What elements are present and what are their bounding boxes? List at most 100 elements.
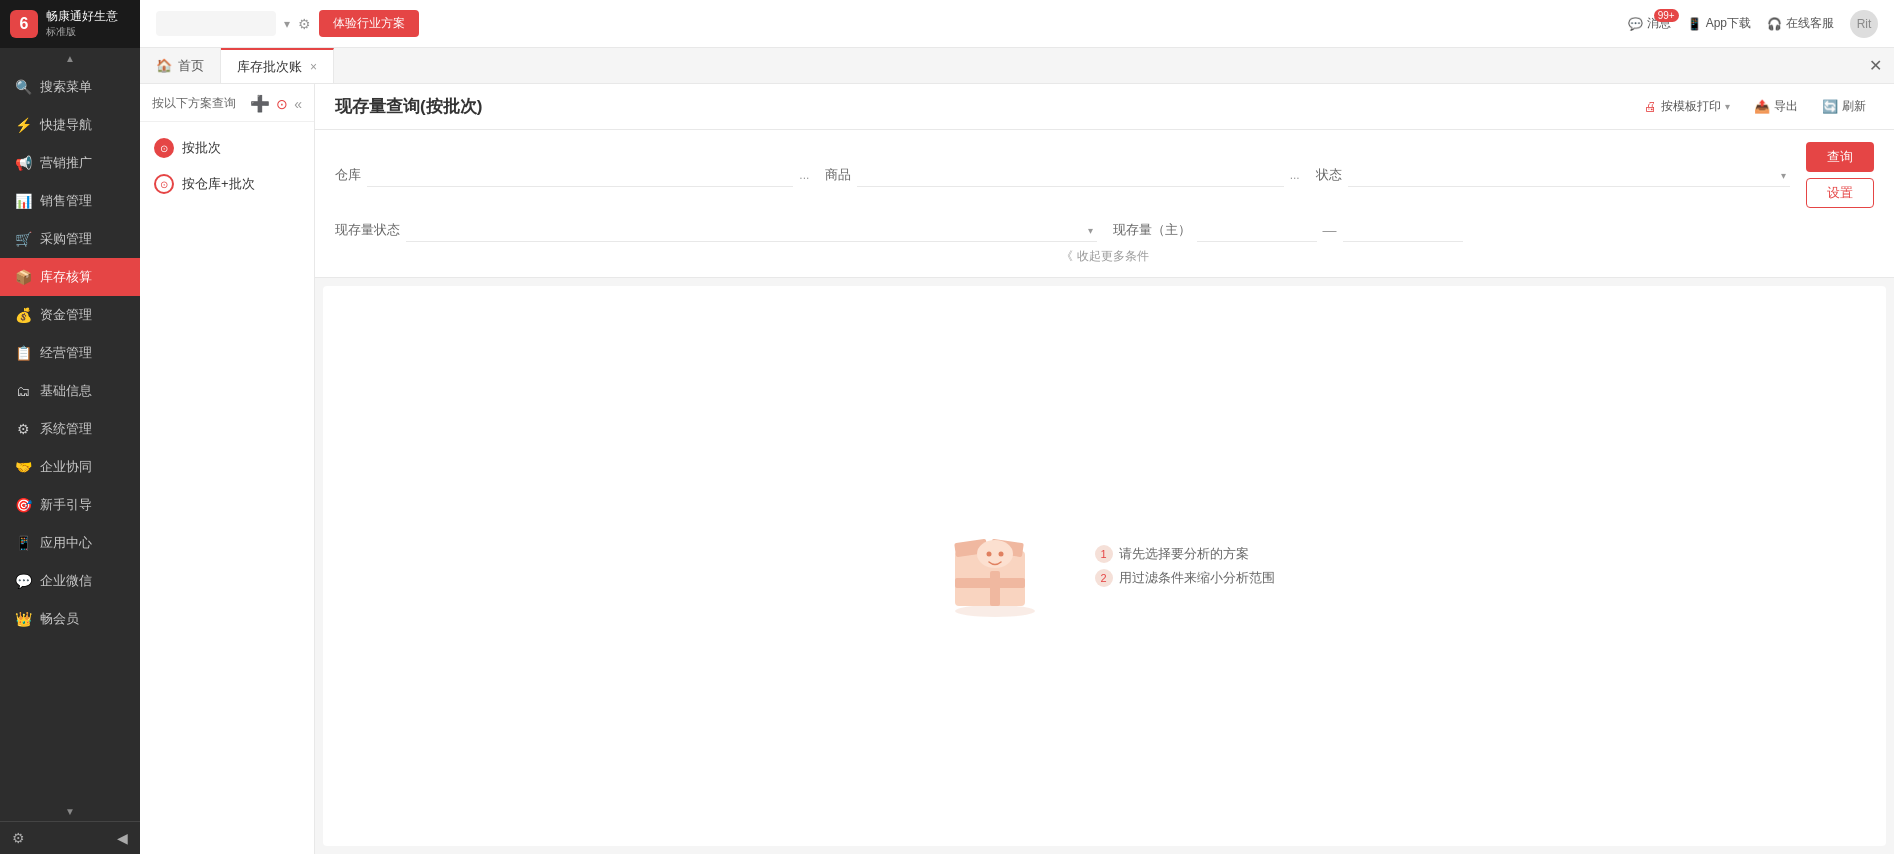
sidebar-item-label: 新手引导 [40,496,92,514]
sidebar-item-guide[interactable]: 🎯 新手引导 [0,486,140,524]
sidebar-item-apps[interactable]: 📱 应用中心 [0,524,140,562]
print-btn[interactable]: 🖨 按模板打印 ▾ [1636,94,1738,119]
stock-qty-from[interactable] [1197,218,1317,242]
sidebar-nav: 🔍 搜索菜单 ⚡ 快捷导航 📢 营销推广 📊 销售管理 🛒 采购管理 📦 库存核… [0,68,140,801]
member-icon: 👑 [14,610,32,628]
experience-button[interactable]: 体验行业方案 [319,10,419,37]
sidebar-item-basic[interactable]: 🗂 基础信息 [0,372,140,410]
sidebar-item-label: 应用中心 [40,534,92,552]
add-scheme-icon[interactable]: ➕ [250,94,270,113]
stock-status-label: 现存量状态 [335,221,400,239]
collapse-panel-icon[interactable]: « [294,96,302,112]
export-btn[interactable]: 📤 导出 [1746,94,1806,119]
footer-settings-icon[interactable]: ⚙ [12,830,25,846]
wechat-icon: 💬 [14,572,32,590]
scheme-item-batch[interactable]: ⊙ 按批次 [140,130,314,166]
messages-btn[interactable]: 💬 消息 99+ [1628,15,1671,32]
sidebar-item-label: 营销推广 [40,154,92,172]
tab-close-all-btn[interactable]: ✕ [1857,48,1894,83]
sidebar-item-inventory[interactable]: 📦 库存核算 [0,258,140,296]
page-header: 现存量查询(按批次) 🖨 按模板打印 ▾ 📤 导出 🔄 刷新 [315,84,1894,130]
topbar-gear-icon[interactable]: ⚙ [298,16,311,32]
status-label: 状态 [1316,166,1342,184]
sidebar-item-finance[interactable]: 💰 资金管理 [0,296,140,334]
sidebar-item-marketing[interactable]: 📢 营销推广 [0,144,140,182]
query-btn[interactable]: 查询 [1806,142,1874,172]
status-select[interactable] [1348,163,1790,187]
tab-inventory-batch-label: 库存批次账 [237,58,302,76]
hint-text-2: 用过滤条件来缩小分析范围 [1119,569,1275,587]
scheme-label-warehouse-batch: 按仓库+批次 [182,175,255,193]
settings-btn[interactable]: 设置 [1806,178,1874,208]
sidebar-item-operation[interactable]: 📋 经营管理 [0,334,140,372]
company-name: 畅康通好生意 [46,9,118,25]
topbar-search-bar[interactable] [156,11,276,36]
sidebar-item-label: 经营管理 [40,344,92,362]
product-label: 商品 [825,166,851,184]
footer-collapse-icon[interactable]: ◀ [117,830,128,846]
search-icon: 🔍 [14,78,32,96]
messages-icon: 💬 [1628,17,1643,31]
sidebar-item-label: 库存核算 [40,268,92,286]
user-avatar-btn[interactable]: Rit [1850,10,1878,38]
sidebar-item-sales[interactable]: 📊 销售管理 [0,182,140,220]
sidebar-item-wechat[interactable]: 💬 企业微信 [0,562,140,600]
product-input[interactable] [857,163,1283,187]
warehouse-label: 仓库 [335,166,361,184]
empty-svg [935,506,1055,626]
topbar-right: 💬 消息 99+ 📱 App下载 🎧 在线客服 Rit [1628,10,1878,38]
print-icon: 🖨 [1644,99,1657,114]
tab-bar: 🏠 首页 库存批次账 × ✕ [140,48,1894,84]
collapse-more-icon: 《 [1061,248,1073,265]
left-panel-actions: ➕ ⊙ « [250,94,302,113]
marketing-icon: 📢 [14,154,32,172]
sidebar-header: 6 畅康通好生意 标准版 [0,0,140,48]
search-bar-text [166,15,178,32]
product-more-btn[interactable]: ... [1290,168,1300,182]
sidebar-scroll-down[interactable]: ▼ [0,801,140,821]
tab-home-label: 首页 [178,57,204,75]
tab-inventory-batch[interactable]: 库存批次账 × [221,48,334,83]
sidebar-scroll-up[interactable]: ▲ [0,48,140,68]
status-select-wrap: ▾ [1348,163,1790,187]
main-area: ▾ ⚙ 体验行业方案 💬 消息 99+ 📱 App下载 🎧 在线客服 Rit [140,0,1894,854]
tab-close-icon[interactable]: × [310,60,317,74]
app-download-btn[interactable]: 📱 App下载 [1687,15,1751,32]
tab-home[interactable]: 🏠 首页 [140,48,221,83]
query-buttons: 查询 设置 [1806,142,1874,208]
sidebar-item-label: 资金管理 [40,306,92,324]
stock-status-select[interactable] [406,218,1097,242]
sidebar-item-system[interactable]: ⚙ 系统管理 [0,410,140,448]
online-service-btn[interactable]: 🎧 在线客服 [1767,15,1834,32]
stock-qty-to[interactable] [1343,218,1463,242]
quick-icon: ⚡ [14,116,32,134]
svg-point-5 [986,552,991,557]
warehouse-more-btn[interactable]: ... [799,168,809,182]
topbar-chevron-icon[interactable]: ▾ [284,17,290,31]
collapse-more-btn[interactable]: 《 收起更多条件 [335,248,1874,265]
scheme-item-warehouse-batch[interactable]: ⊙ 按仓库+批次 [140,166,314,202]
sidebar-item-search[interactable]: 🔍 搜索菜单 [0,68,140,106]
sidebar-item-enterprise[interactable]: 🤝 企业协同 [0,448,140,486]
filter-stock-qty: 现存量（主） — [1113,218,1875,242]
collapse-more-label: 收起更多条件 [1077,248,1149,265]
sidebar-item-member[interactable]: 👑 畅会员 [0,600,140,638]
sidebar-item-purchase[interactable]: 🛒 采购管理 [0,220,140,258]
scheme-label-batch: 按批次 [182,139,221,157]
topbar-left: ▾ ⚙ 体验行业方案 [156,10,1616,37]
hint-num-2: 2 [1095,569,1113,587]
svg-rect-7 [990,571,1000,606]
settings-scheme-icon[interactable]: ⊙ [276,96,288,112]
svg-point-0 [955,605,1035,617]
scheme-icon-warehouse-batch: ⊙ [154,174,174,194]
filter-status: 状态 ▾ [1316,163,1790,187]
close-all-icon: ✕ [1869,56,1882,75]
sidebar-item-quick[interactable]: ⚡ 快捷导航 [0,106,140,144]
sidebar-footer: ⚙ ◀ [0,821,140,854]
enterprise-icon: 🤝 [14,458,32,476]
warehouse-input[interactable] [367,163,793,187]
sidebar-item-label: 销售管理 [40,192,92,210]
filter-area: 仓库 ... 商品 ... 状态 [315,130,1894,278]
empty-illustration [935,506,1055,626]
refresh-btn[interactable]: 🔄 刷新 [1814,94,1874,119]
